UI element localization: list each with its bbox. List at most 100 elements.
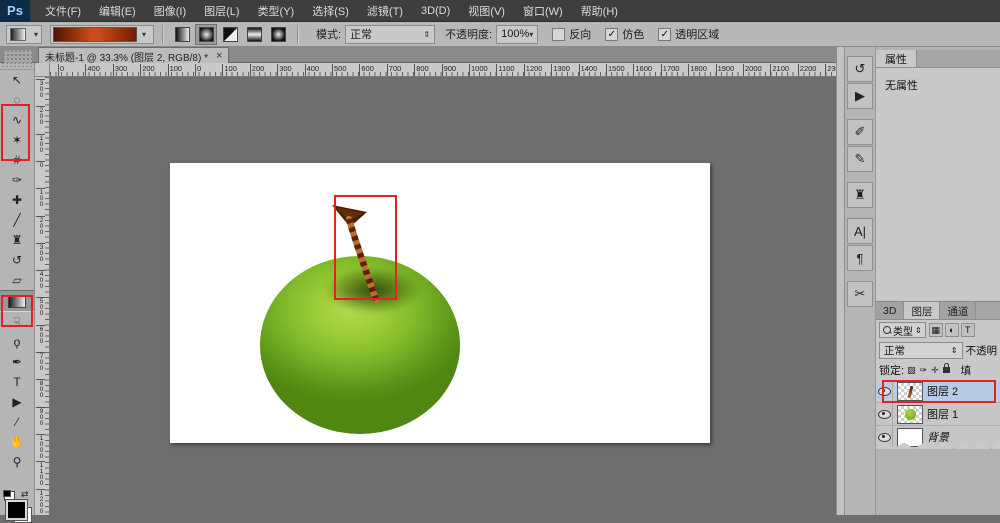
type-tool[interactable]: T [0,372,34,392]
dodge-tool[interactable]: ϙ [0,332,34,352]
lock-icon[interactable] [943,367,950,373]
zoom-tool[interactable]: ⚲ [0,452,34,472]
gradient-tool-icon [10,28,26,41]
brush-panel-icon[interactable]: ✐ [847,119,873,145]
tool-icon: ▱ [12,274,21,286]
ruler-label: 100 [222,64,237,76]
paragraph-panel-icon[interactable]: ¶ [847,245,873,271]
ruler-label: 800 [414,64,429,76]
lock-option-icon[interactable]: ✛ [931,365,939,376]
lock-option-icon[interactable]: ✑ [920,365,928,376]
menu-item[interactable]: 窗口(W) [514,0,572,22]
layer-visibility-cell[interactable] [876,426,893,448]
radial[interactable] [195,24,217,45]
reflected[interactable] [243,24,265,45]
annotation-rect-lasso-wand [1,104,30,161]
layer-blend-mode-select[interactable]: 正常 ⇕ [879,342,963,359]
layer-name[interactable]: 图层 1 [927,406,958,422]
panel-grip[interactable] [0,63,34,70]
ruler-label: 2000 [743,64,762,76]
healing-brush-tool[interactable]: ✚ [0,190,34,210]
swap-colors-icon[interactable]: ⇄ [21,489,29,500]
ruler-label: 1400 [579,64,598,76]
layers-panel-tab[interactable]: 通道 [940,302,976,319]
eraser-tool[interactable]: ▱ [0,270,34,290]
ruler-label: 2200 [798,64,817,76]
foreground-color-swatch[interactable] [6,500,27,520]
filter-kind-icon[interactable]: ▦ [929,323,943,337]
layer-filter-select[interactable]: 类型 ⇕ [879,322,926,338]
annotation-rect-stem [334,195,397,300]
brush-tool[interactable]: ╱ [0,210,34,230]
lock-option-icon[interactable]: ▨ [907,365,916,376]
checkbox-box[interactable] [552,28,565,41]
document-tab[interactable]: 未标题-1 @ 33.3% (图层 2, RGB/8) * × [38,47,229,64]
gradient-preview-picker[interactable]: ▾ [50,25,154,44]
filter-kind-icon[interactable]: ◐ [945,323,959,337]
line-tool[interactable]: ∕ [0,412,34,432]
properties-panel: 属性 无属性 [876,50,1000,302]
menu-item[interactable]: 文件(F) [36,0,90,22]
ruler-label: 1100 [36,461,45,486]
layers-panel-tab[interactable]: 3D [876,302,904,319]
panel-grip[interactable] [4,50,32,63]
menu-item[interactable]: 图层(L) [195,0,248,22]
ruler-label: 200 [250,64,265,76]
move-tool[interactable]: ↖ [0,70,34,90]
layer-row[interactable]: 背景 [876,426,1000,449]
tool-presets-panel-icon[interactable]: ✂ [847,281,873,307]
option-checkbox[interactable]: 反向 [552,26,591,42]
diamond[interactable] [267,24,289,45]
canvas-pasteboard[interactable] [50,77,836,515]
option-checkbox[interactable]: 透明区域 [658,26,719,42]
history-brush-tool[interactable]: ↺ [0,250,34,270]
clone-stamp-tool[interactable]: ♜ [0,230,34,250]
actions-panel-icon[interactable]: ▶ [847,83,873,109]
checkbox-box[interactable] [658,28,671,41]
close-icon[interactable]: × [216,50,222,62]
pen-tool[interactable]: ✒ [0,352,34,372]
menu-item[interactable]: 视图(V) [459,0,514,22]
ruler-label: 2100 [770,64,789,76]
vertical-scrollbar[interactable] [836,47,845,515]
opacity-select[interactable]: 100% ▾ [496,25,538,44]
blend-mode-select[interactable]: 正常 ⇕ [345,25,435,44]
eye-icon[interactable] [878,433,891,442]
layers-panel-tab[interactable]: 图层 [904,302,940,319]
layer-name[interactable]: 背景 [927,429,949,445]
character-panel-icon[interactable]: A| [847,218,873,244]
menu-item[interactable]: 选择(S) [303,0,358,22]
angle[interactable] [219,24,241,45]
checkbox-box[interactable] [605,28,618,41]
layer-thumbnail[interactable] [897,428,923,447]
tool-preset-picker[interactable]: ▾ [6,25,42,44]
path-select-tool[interactable]: ▶ [0,392,34,412]
brush-presets-panel-icon[interactable]: ✎ [847,146,873,172]
chevron-down-icon[interactable]: ▾ [137,30,151,39]
option-checkbox[interactable]: 仿色 [605,26,644,42]
checkbox-label: 仿色 [622,26,644,42]
checkbox-label: 反向 [569,26,591,42]
filter-kind-icon[interactable]: T [961,323,975,337]
clone-source-panel-icon[interactable]: ♜ [847,182,873,208]
layer-thumbnail[interactable] [897,405,923,424]
menu-item[interactable]: 帮助(H) [572,0,627,22]
ruler-corner [35,63,50,77]
eye-icon[interactable] [878,410,891,419]
document-canvas[interactable] [170,163,710,443]
eyedropper-tool[interactable]: ✑ [0,170,34,190]
menu-item[interactable]: 滤镜(T) [358,0,412,22]
hand-tool[interactable]: ✋ [0,432,34,452]
linear[interactable] [171,24,193,45]
menu-item[interactable]: 类型(Y) [249,0,304,22]
layer-visibility-cell[interactable] [876,403,893,425]
dock-icon-glyph: ♜ [854,187,866,203]
ruler-label: 300 [277,64,292,76]
menu-item[interactable]: 编辑(E) [90,0,145,22]
menu-item[interactable]: 3D(D) [412,0,459,22]
layer-row[interactable]: 图层 1 [876,403,1000,426]
history-panel-icon[interactable]: ↺ [847,56,873,82]
tool-icon: ♜ [12,234,23,246]
tab-properties[interactable]: 属性 [876,50,917,67]
menu-item[interactable]: 图像(I) [145,0,195,22]
